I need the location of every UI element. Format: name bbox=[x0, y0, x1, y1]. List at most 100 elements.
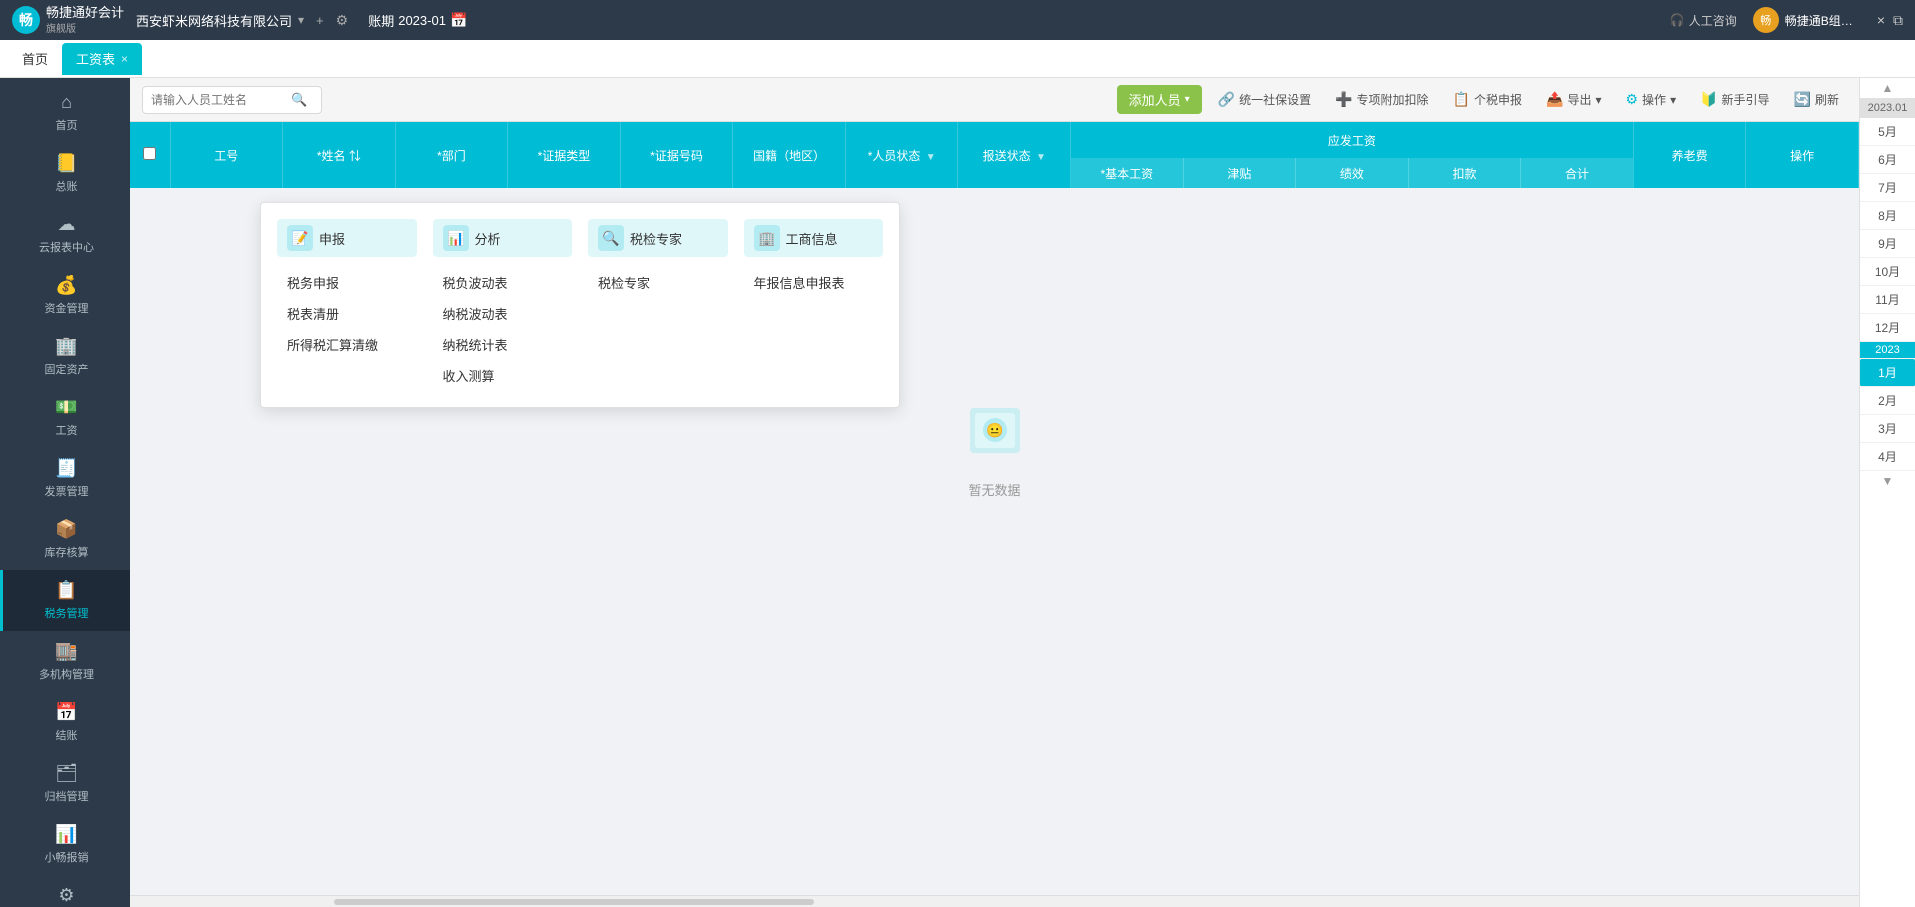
user-info[interactable]: 畅 畅捷通B组… bbox=[1753, 7, 1853, 33]
month-5[interactable]: 5月 bbox=[1860, 118, 1915, 146]
col-checkbox[interactable] bbox=[130, 122, 170, 188]
section-expert-label: 税检专家 bbox=[630, 229, 682, 248]
col-region: 国籍（地区） bbox=[733, 122, 846, 188]
month-8[interactable]: 8月 bbox=[1860, 202, 1915, 230]
add-person-button[interactable]: 添加人员 ▾ bbox=[1117, 85, 1202, 114]
horizontal-scrollbar[interactable] bbox=[130, 895, 1859, 907]
restore-window-icon[interactable]: ⧉ bbox=[1893, 12, 1903, 29]
month-12[interactable]: 12月 bbox=[1860, 314, 1915, 342]
dropdown-item-income-calc[interactable]: 所得税汇算清缴 bbox=[277, 329, 417, 360]
sidebar-item-multi[interactable]: 🏬 多机构管理 bbox=[0, 631, 130, 692]
dropdown-item-tax-wave[interactable]: 税负波动表 bbox=[433, 267, 573, 298]
special-deduction-button[interactable]: ➕ 专项附加扣除 bbox=[1327, 87, 1436, 112]
settings-icon[interactable]: ⚙ bbox=[336, 12, 349, 29]
sidebar-item-tax[interactable]: 📋 税务管理 bbox=[0, 570, 130, 631]
home-icon: ⌂ bbox=[61, 92, 72, 113]
refresh-button[interactable]: 🔄 刷新 bbox=[1786, 87, 1847, 112]
sidebar-item-assets[interactable]: 🏢 固定资产 bbox=[0, 326, 130, 387]
section-analysis-label: 分析 bbox=[475, 229, 501, 248]
sidebar-item-invoice[interactable]: 🧾 发票管理 bbox=[0, 448, 130, 509]
dropdown-section-expert: 🔍 税检专家 税检专家 bbox=[588, 219, 728, 391]
month-3[interactable]: 3月 bbox=[1860, 415, 1915, 443]
sidebar-item-close[interactable]: 📅 结账 bbox=[0, 692, 130, 753]
dropdown-item-income-calc2[interactable]: 收入测算 bbox=[433, 360, 573, 391]
dropdown-item-tax-stat[interactable]: 纳税统计表 bbox=[433, 329, 573, 360]
sidebar-item-archive[interactable]: 🗂 归档管理 bbox=[0, 753, 130, 814]
sidebar-item-home[interactable]: ⌂ 首页 bbox=[0, 82, 130, 143]
scrollbar-thumb[interactable] bbox=[334, 899, 814, 905]
tab-home[interactable]: 首页 bbox=[8, 43, 62, 75]
salary-icon: 💵 bbox=[55, 397, 77, 418]
month-7[interactable]: 7月 bbox=[1860, 174, 1915, 202]
logo-title: 畅捷通好会计 bbox=[46, 5, 124, 21]
sidebar-label-invoice: 发票管理 bbox=[45, 483, 89, 499]
right-panel-down[interactable]: ▼ bbox=[1860, 471, 1915, 491]
refresh-label: 刷新 bbox=[1815, 91, 1839, 108]
window-controls: × ⧉ bbox=[1877, 12, 1903, 29]
sidebar-item-cloud[interactable]: ☁ 云报表中心 bbox=[0, 204, 130, 265]
right-panel-header: 2023.01 bbox=[1860, 98, 1915, 118]
social-label: 统一社保设置 bbox=[1239, 91, 1311, 108]
tax-report-icon: 📋 bbox=[1453, 91, 1470, 108]
sidebar: ⌂ 首页 📒 总账 ☁ 云报表中心 💰 资金管理 🏢 固定资产 💵 工资 🧾 发… bbox=[0, 78, 130, 907]
search-icon: 🔍 bbox=[291, 92, 307, 108]
sidebar-label-assets: 固定资产 bbox=[45, 361, 89, 377]
search-input[interactable] bbox=[151, 93, 291, 107]
tab-home-label: 首页 bbox=[22, 49, 48, 68]
month-9[interactable]: 9月 bbox=[1860, 230, 1915, 258]
sidebar-label-report: 小畅报销 bbox=[45, 849, 89, 865]
dropdown-item-tax-declare[interactable]: 税务申报 bbox=[277, 267, 417, 298]
service-button[interactable]: 🎧 人工咨询 bbox=[1670, 12, 1737, 29]
operate-button[interactable]: ⚙ 操作 ▾ bbox=[1617, 87, 1684, 112]
social-insurance-button[interactable]: 🔗 统一社保设置 bbox=[1210, 87, 1319, 112]
right-panel-up[interactable]: ▲ bbox=[1860, 78, 1915, 98]
tab-salary-label: 工资表 bbox=[76, 49, 115, 68]
add-company-icon[interactable]: + bbox=[316, 13, 324, 28]
guide-button[interactable]: 🔰 新手引导 bbox=[1692, 87, 1777, 112]
export-arrow: ▾ bbox=[1595, 93, 1601, 107]
col-action: 操作 bbox=[1746, 122, 1859, 188]
sidebar-item-ledger[interactable]: 📒 总账 bbox=[0, 143, 130, 204]
invoice-icon: 🧾 bbox=[55, 458, 77, 479]
top-bar-right: 🎧 人工咨询 畅 畅捷通B组… × ⧉ bbox=[1670, 7, 1903, 33]
dropdown-item-expert[interactable]: 税检专家 bbox=[588, 267, 728, 298]
dropdown-section-shenbao: 📝 申报 税务申报 税表清册 所得税汇算清缴 bbox=[277, 219, 417, 391]
sidebar-item-salary[interactable]: 💵 工资 bbox=[0, 387, 130, 448]
month-4[interactable]: 4月 bbox=[1860, 443, 1915, 471]
section-title-shenbao: 📝 申报 bbox=[277, 219, 417, 257]
col-base-salary: *基本工资 bbox=[1071, 158, 1184, 188]
col-report-status: 报送状态 ▼ bbox=[958, 122, 1071, 188]
select-all-checkbox[interactable] bbox=[143, 147, 156, 160]
dropdown-item-tax-clear[interactable]: 税表清册 bbox=[277, 298, 417, 329]
operate-icon: ⚙ bbox=[1625, 91, 1638, 108]
sidebar-item-fund[interactable]: 💰 资金管理 bbox=[0, 265, 130, 326]
month-1-active[interactable]: 1月 bbox=[1860, 359, 1915, 387]
sidebar-label-fund: 资金管理 bbox=[45, 300, 89, 316]
close-window-icon[interactable]: × bbox=[1877, 12, 1885, 28]
company-name: 西安虾米网络科技有限公司 bbox=[136, 11, 292, 30]
period-selector[interactable]: 账期 2023-01 📅 bbox=[368, 11, 467, 30]
month-10[interactable]: 10月 bbox=[1860, 258, 1915, 286]
tab-close-icon[interactable]: × bbox=[121, 52, 128, 66]
fund-icon: 💰 bbox=[55, 275, 77, 296]
dropdown-item-taxpay-wave[interactable]: 纳税波动表 bbox=[433, 298, 573, 329]
tax-report-button[interactable]: 📋 个税申报 bbox=[1445, 87, 1530, 112]
right-panel: ▲ 2023.01 5月 6月 7月 8月 9月 10月 11月 12月 202… bbox=[1859, 78, 1915, 907]
svg-text:🔍: 🔍 bbox=[602, 229, 619, 247]
col-performance: 绩效 bbox=[1296, 158, 1409, 188]
add-person-label: 添加人员 bbox=[1129, 90, 1181, 109]
month-6[interactable]: 6月 bbox=[1860, 146, 1915, 174]
sidebar-item-inventory[interactable]: 📦 库存核算 bbox=[0, 509, 130, 570]
special-label: 专项附加扣除 bbox=[1357, 91, 1429, 108]
special-icon: ➕ bbox=[1335, 91, 1352, 108]
month-11[interactable]: 11月 bbox=[1860, 286, 1915, 314]
sidebar-item-settings[interactable]: ⚙ 基础设置 bbox=[0, 875, 130, 907]
company-selector[interactable]: 西安虾米网络科技有限公司 ▾ + ⚙ bbox=[136, 11, 348, 30]
dropdown-item-annual-report[interactable]: 年报信息申报表 bbox=[744, 267, 884, 298]
month-2[interactable]: 2月 bbox=[1860, 387, 1915, 415]
sidebar-item-report[interactable]: 📊 小畅报销 bbox=[0, 814, 130, 875]
service-icon: 🎧 bbox=[1670, 13, 1685, 27]
tab-salary[interactable]: 工资表 × bbox=[62, 43, 142, 75]
export-button[interactable]: 📤 导出 ▾ bbox=[1538, 87, 1609, 112]
year-2023-marker: 2023 bbox=[1860, 342, 1915, 359]
